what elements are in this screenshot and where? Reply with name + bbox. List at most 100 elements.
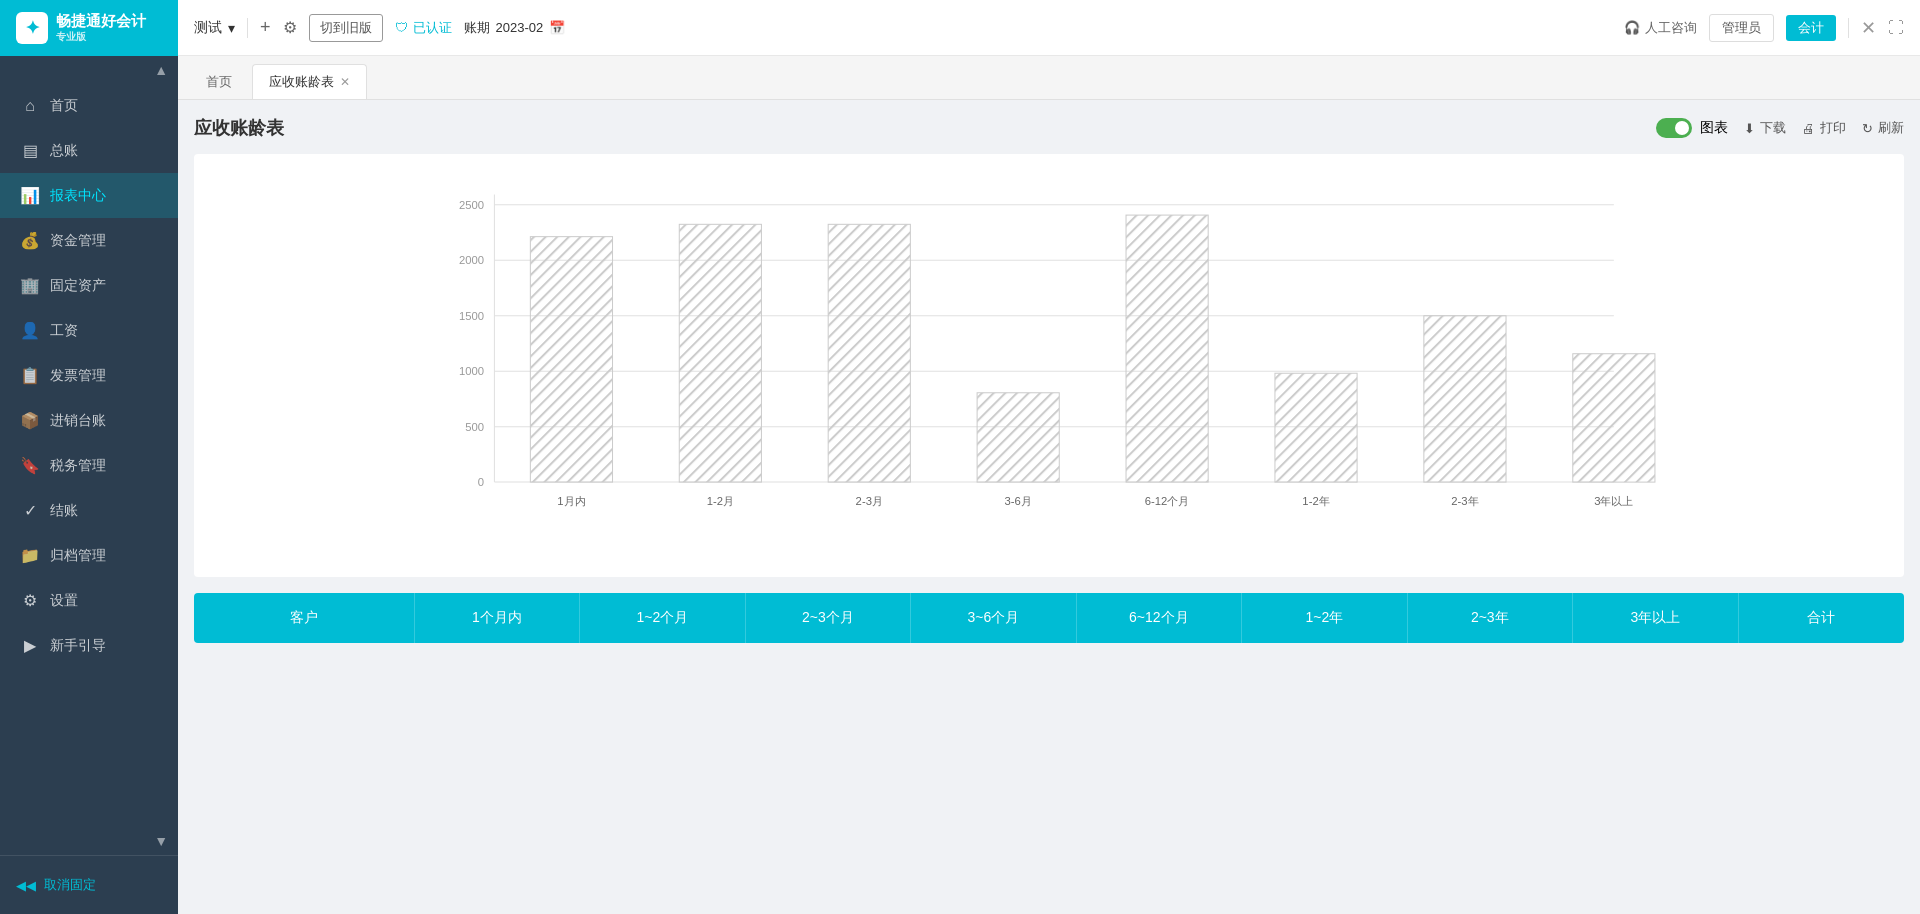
sidebar-item-tax-label: 税务管理: [50, 457, 106, 475]
sidebar-item-payroll-label: 工资: [50, 322, 78, 340]
project-name: 测试: [194, 19, 222, 37]
sidebar-item-guide-label: 新手引导: [50, 637, 106, 655]
guide-icon: ▶: [20, 636, 40, 655]
period-selector[interactable]: 账期 2023-02 📅: [464, 19, 566, 37]
svg-text:2500: 2500: [459, 199, 484, 211]
sidebar-item-home[interactable]: ⌂ 首页: [0, 84, 178, 128]
tab-home[interactable]: 首页: [190, 65, 248, 99]
bar-chart: 0 500 1000 1500 2000 2500 1月内 1-2月: [214, 174, 1884, 554]
bar-3-6月: [977, 393, 1059, 482]
print-button[interactable]: 🖨 打印: [1802, 119, 1846, 137]
scroll-down-button[interactable]: ▼: [150, 829, 172, 853]
assets-icon: 🏢: [20, 276, 40, 295]
tax-icon: 🔖: [20, 456, 40, 475]
sidebar-item-assets[interactable]: 🏢 固定资产: [0, 263, 178, 308]
tab-ar-aging[interactable]: 应收账龄表 ✕: [252, 64, 367, 99]
sidebar-bottom: ◀◀ 取消固定: [0, 855, 178, 914]
sidebar-item-assets-label: 固定资产: [50, 277, 106, 295]
chart-toggle-label: 图表: [1700, 119, 1728, 137]
col-2-3month: 2~3个月: [746, 593, 911, 643]
download-icon: ⬇: [1744, 121, 1755, 136]
col-1month: 1个月内: [415, 593, 580, 643]
app-edition: 专业版: [56, 30, 146, 44]
scroll-up-button[interactable]: ▲: [150, 58, 172, 82]
support-label: 人工咨询: [1645, 19, 1697, 37]
table-container: 客户 1个月内 1~2个月 2~3个月 3~6个月 6~12个月 1~2年 2~…: [194, 593, 1904, 643]
close-button[interactable]: ✕: [1861, 17, 1876, 39]
chevron-down-icon: ▾: [228, 20, 235, 36]
chart-toggle[interactable]: [1656, 118, 1692, 138]
refresh-button[interactable]: ↻ 刷新: [1862, 119, 1904, 137]
page-area: 应收账龄表 图表 ⬇ 下载 🖨 打印 ↻ 刷新: [178, 100, 1920, 914]
sidebar-menu: ⌂ 首页 ▤ 总账 📊 报表中心 💰 资金管理 🏢 固定资产 👤 工资 📋 发票…: [0, 84, 178, 827]
sidebar-item-trade-label: 进销台账: [50, 412, 106, 430]
expand-button[interactable]: ⛶: [1888, 19, 1904, 37]
trade-icon: 📦: [20, 411, 40, 430]
download-button[interactable]: ⬇ 下载: [1744, 119, 1786, 137]
svg-text:500: 500: [465, 421, 484, 433]
add-button[interactable]: +: [260, 17, 271, 38]
svg-text:3-6月: 3-6月: [1005, 495, 1032, 507]
svg-text:2-3月: 2-3月: [856, 495, 883, 507]
shield-icon: 🛡: [395, 20, 408, 35]
sidebar-item-reports-label: 报表中心: [50, 187, 106, 205]
sidebar-item-settings[interactable]: ⚙ 设置: [0, 578, 178, 623]
sidebar-item-closing-label: 结账: [50, 502, 78, 520]
old-version-label: 切到旧版: [320, 20, 372, 35]
logo-icon: ✦: [16, 12, 48, 44]
bar-6-12月: [1126, 215, 1208, 482]
svg-text:0: 0: [478, 476, 484, 488]
bar-1-2年: [1275, 373, 1357, 482]
svg-text:1月内: 1月内: [557, 495, 585, 507]
sidebar-item-funds[interactable]: 💰 资金管理: [0, 218, 178, 263]
sidebar-item-tax[interactable]: 🔖 税务管理: [0, 443, 178, 488]
svg-text:6-12个月: 6-12个月: [1145, 495, 1190, 507]
svg-text:1000: 1000: [459, 365, 484, 377]
sidebar-item-reports[interactable]: 📊 报表中心: [0, 173, 178, 218]
bar-1-2月: [679, 224, 761, 482]
role-label: 会计: [1798, 20, 1824, 35]
sidebar-item-funds-label: 资金管理: [50, 232, 106, 250]
sidebar-item-guide[interactable]: ▶ 新手引导: [0, 623, 178, 668]
sidebar-item-closing[interactable]: ✓ 结账: [0, 488, 178, 533]
support-button[interactable]: 🎧 人工咨询: [1624, 19, 1697, 37]
sidebar-item-trade[interactable]: 📦 进销台账: [0, 398, 178, 443]
tab-close-icon[interactable]: ✕: [340, 75, 350, 89]
sidebar-item-ledger-label: 总账: [50, 142, 78, 160]
project-selector[interactable]: 测试 ▾: [194, 19, 235, 37]
sidebar-item-ledger[interactable]: ▤ 总账: [0, 128, 178, 173]
col-customer: 客户: [194, 593, 415, 643]
refresh-icon: ↻: [1862, 121, 1873, 136]
divider-1: [247, 18, 248, 38]
unpin-button[interactable]: ◀◀ 取消固定: [0, 866, 178, 904]
sidebar-item-settings-label: 设置: [50, 592, 78, 610]
topbar-settings-button[interactable]: ⚙: [283, 18, 297, 37]
report-header: 应收账龄表 图表 ⬇ 下载 🖨 打印 ↻ 刷新: [194, 116, 1904, 140]
role-button[interactable]: 会计: [1786, 15, 1836, 41]
pin-label: 取消固定: [44, 876, 96, 894]
verified-label: 已认证: [413, 19, 452, 37]
col-total: 合计: [1739, 593, 1904, 643]
settings-icon: ⚙: [20, 591, 40, 610]
old-version-button[interactable]: 切到旧版: [309, 14, 383, 42]
sidebar-item-archive[interactable]: 📁 归档管理: [0, 533, 178, 578]
svg-text:2-3年: 2-3年: [1451, 495, 1478, 507]
print-icon: 🖨: [1802, 121, 1815, 136]
app-name: 畅捷通好会计: [56, 12, 146, 30]
user-label: 管理员: [1722, 20, 1761, 35]
col-1-2month: 1~2个月: [580, 593, 745, 643]
sidebar-item-payroll[interactable]: 👤 工资: [0, 308, 178, 353]
home-icon: ⌂: [20, 97, 40, 115]
archive-icon: 📁: [20, 546, 40, 565]
topbar: 测试 ▾ + ⚙ 切到旧版 🛡 已认证 账期 2023-02 📅 🎧 人工咨询 …: [178, 0, 1920, 56]
sidebar-item-invoice[interactable]: 📋 发票管理: [0, 353, 178, 398]
main-content: 测试 ▾ + ⚙ 切到旧版 🛡 已认证 账期 2023-02 📅 🎧 人工咨询 …: [178, 0, 1920, 914]
payroll-icon: 👤: [20, 321, 40, 340]
pin-icon: ◀◀: [16, 878, 36, 893]
bar-2-3月: [828, 224, 910, 482]
user-button[interactable]: 管理员: [1709, 14, 1774, 42]
print-label: 打印: [1820, 119, 1846, 137]
svg-text:1-2月: 1-2月: [707, 495, 734, 507]
tab-ar-aging-label: 应收账龄表: [269, 73, 334, 91]
report-actions: 图表 ⬇ 下载 🖨 打印 ↻ 刷新: [1656, 118, 1904, 138]
